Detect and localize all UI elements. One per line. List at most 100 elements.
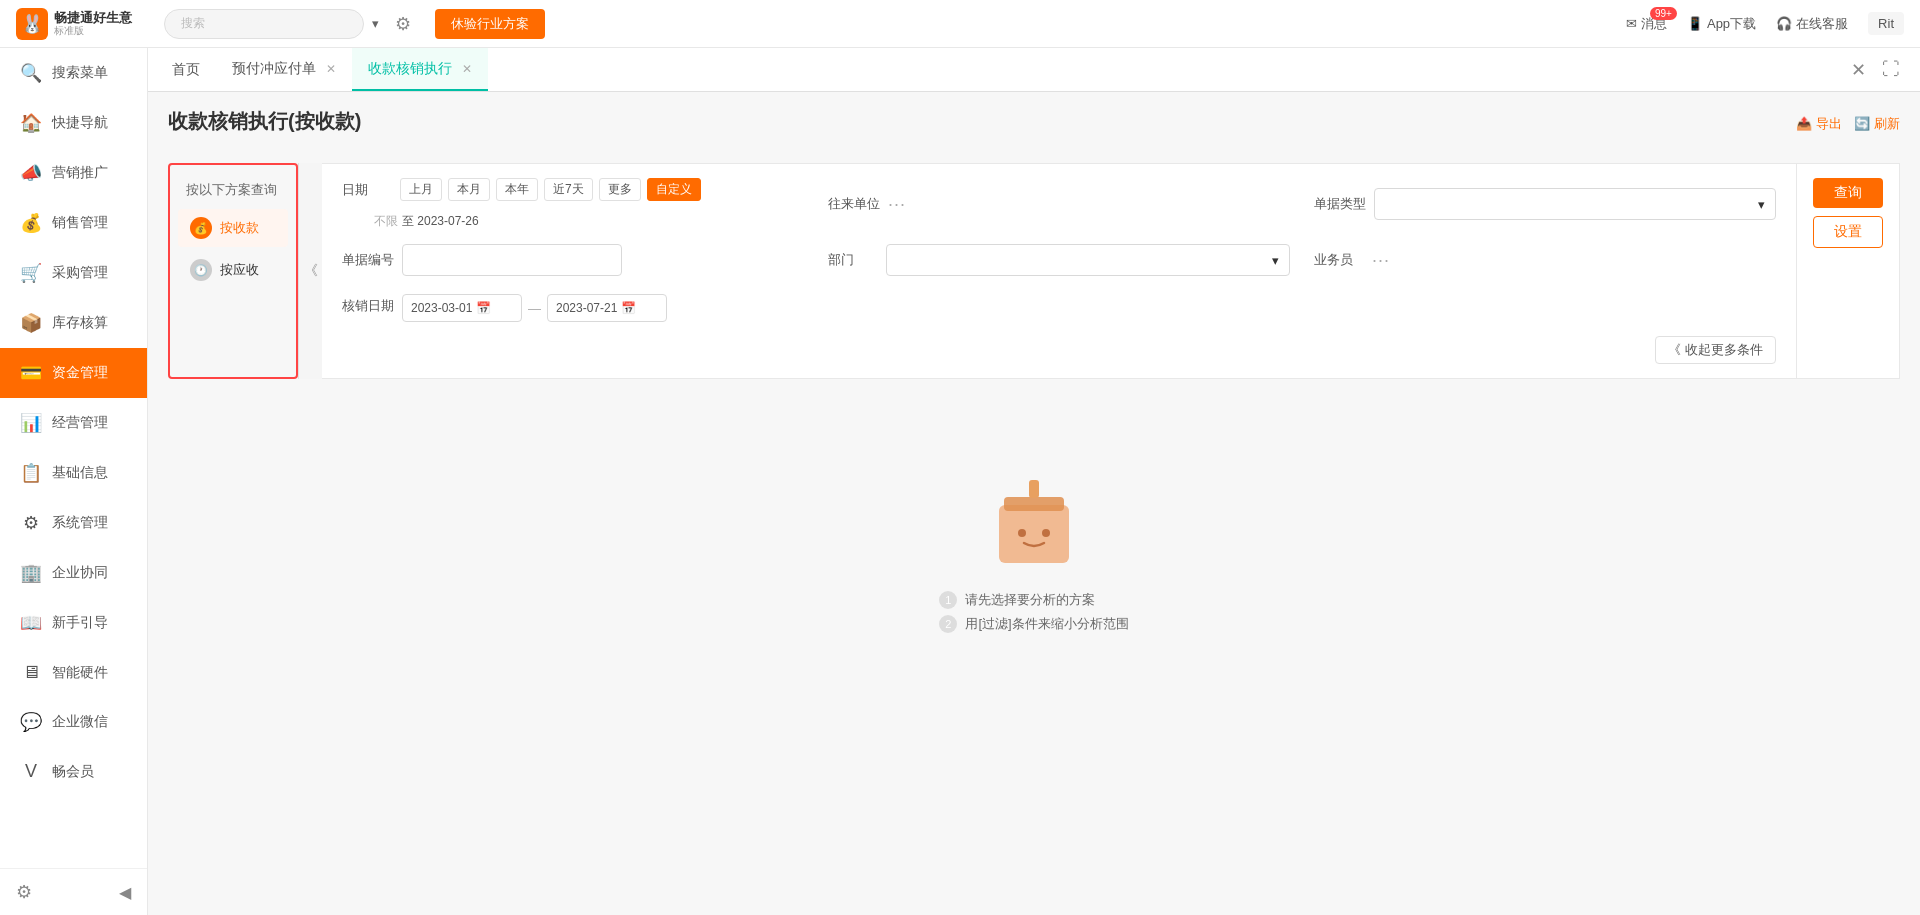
more-conditions-label: 收起更多条件: [1685, 341, 1763, 359]
sidebar-item-marketing[interactable]: 📣 营销推广: [0, 148, 147, 198]
sidebar-label-inventory: 库存核算: [52, 314, 108, 332]
date-btn-custom[interactable]: 自定义: [647, 178, 701, 201]
gear-icon[interactable]: ⚙: [395, 13, 411, 35]
verify-date-from: 2023-03-01: [411, 301, 472, 315]
dept-select[interactable]: ▾: [886, 244, 1290, 276]
doc-no-input[interactable]: [402, 244, 622, 276]
svg-rect-4: [1029, 480, 1039, 498]
step-num-1: 1: [939, 591, 957, 609]
message-badge: 99+: [1650, 7, 1677, 20]
filter-option-receipt[interactable]: 💰 按收款: [178, 209, 288, 247]
sidebar-item-finance[interactable]: 💳 资金管理: [0, 348, 147, 398]
sidebar-item-sales[interactable]: 💰 销售管理: [0, 198, 147, 248]
salesperson-field: 业务员 ···: [1314, 250, 1776, 271]
top-search[interactable]: 搜索: [164, 9, 364, 39]
app-download-btn[interactable]: 📱 App下载: [1687, 15, 1756, 33]
tab-expand-icon[interactable]: ⛶: [1878, 55, 1904, 84]
date-btn-last-month[interactable]: 上月: [400, 178, 442, 201]
verify-date-to-input[interactable]: 2023-07-21 📅: [547, 294, 667, 322]
content-area: 首页 预付冲应付单 ✕ 收款核销执行 ✕ ✕ ⛶ 收款核销执行(按收款): [148, 48, 1920, 915]
sidebar-item-purchase[interactable]: 🛒 采购管理: [0, 248, 147, 298]
sidebar-item-enterprise[interactable]: 🏢 企业协同: [0, 548, 147, 598]
filter-collapse-btn[interactable]: 《: [298, 163, 322, 379]
date-btn-7days[interactable]: 近7天: [544, 178, 593, 201]
finance-icon: 💳: [20, 362, 42, 384]
industry-btn[interactable]: 休验行业方案: [435, 9, 545, 39]
verify-date-to: 2023-07-21: [556, 301, 617, 315]
top-bar: 🐰 畅捷通好生意 标准版 搜索 ▾ ⚙ 休验行业方案 ✉ 消息 99+ 📱 Ap…: [0, 0, 1920, 48]
sidebar-label-hardware: 智能硬件: [52, 664, 108, 682]
sidebar-item-quick-nav[interactable]: 🏠 快捷导航: [0, 98, 147, 148]
refresh-icon: 🔄: [1854, 116, 1870, 131]
filter-receivable-label: 按应收: [220, 261, 259, 279]
sidebar-item-guide[interactable]: 📖 新手引导: [0, 598, 147, 648]
verify-date-range: 2023-03-01 📅 — 2023-07-21 📅: [402, 294, 667, 322]
more-conditions-btn[interactable]: 《 收起更多条件: [1655, 336, 1776, 364]
sidebar-item-search-menu[interactable]: 🔍 搜索菜单: [0, 48, 147, 98]
sidebar-bottom: ⚙ ◀: [0, 868, 147, 915]
sidebar-label-guide: 新手引导: [52, 614, 108, 632]
sidebar-item-operation[interactable]: 📊 经营管理: [0, 398, 147, 448]
tab-home[interactable]: 首页: [156, 48, 216, 91]
doc-type-select[interactable]: ▾: [1374, 188, 1776, 220]
date-filter: 上月 本月 本年 近7天 更多 自定义: [400, 178, 701, 201]
date-btn-more[interactable]: 更多: [599, 178, 641, 201]
sidebar-item-basic-info[interactable]: 📋 基础信息: [0, 448, 147, 498]
sidebar-item-wechat[interactable]: 💬 企业微信: [0, 697, 147, 747]
search-dropdown[interactable]: ▾: [372, 16, 379, 31]
salesperson-dots[interactable]: ···: [1372, 250, 1390, 271]
message-btn[interactable]: ✉ 消息 99+: [1626, 15, 1667, 33]
tab-collection-close[interactable]: ✕: [462, 62, 472, 76]
query-btn[interactable]: 查询: [1813, 178, 1883, 208]
date-no-limit: 不限: [374, 213, 398, 230]
action-col: 查询 设置: [1797, 163, 1900, 379]
online-service-btn[interactable]: 🎧 在线客服: [1776, 15, 1848, 33]
export-btn[interactable]: 📤 导出: [1796, 115, 1842, 133]
verify-date-from-input[interactable]: 2023-03-01 📅: [402, 294, 522, 322]
tab-collection-label: 收款核销执行: [368, 60, 452, 78]
date-btn-this-month[interactable]: 本月: [448, 178, 490, 201]
salesperson-label: 业务员: [1314, 251, 1364, 269]
settings-btn[interactable]: 设置: [1813, 216, 1883, 248]
doc-type-field: 单据类型 ▾: [1314, 188, 1776, 220]
sales-icon: 💰: [20, 212, 42, 234]
tab-close-window-icon[interactable]: ✕: [1847, 55, 1870, 85]
filter-option-receivable[interactable]: 🕐 按应收: [178, 251, 288, 289]
app-icon: 📱: [1687, 16, 1703, 31]
vendor-dots[interactable]: ···: [888, 194, 906, 215]
filter-receipt-label: 按收款: [220, 219, 259, 237]
sidebar-collapse-icon[interactable]: ◀: [119, 883, 131, 902]
date-btn-this-year[interactable]: 本年: [496, 178, 538, 201]
filter-sidebar-title: 按以下方案查询: [178, 177, 288, 209]
empty-step-1-text: 请先选择要分析的方案: [965, 591, 1095, 609]
sidebar-item-inventory[interactable]: 📦 库存核算: [0, 298, 147, 348]
export-icon: 📤: [1796, 116, 1812, 131]
step-num-2: 2: [939, 615, 957, 633]
user-menu[interactable]: Rit: [1868, 12, 1904, 35]
sidebar-label-finance: 资金管理: [52, 364, 108, 382]
tab-collection[interactable]: 收款核销执行 ✕: [352, 48, 488, 91]
collapse-icon: 《: [304, 262, 318, 280]
empty-state-text: 1 请先选择要分析的方案 2 用[过滤]条件来缩小分析范围: [939, 591, 1128, 633]
sidebar-settings-icon[interactable]: ⚙: [16, 881, 32, 903]
sidebar-item-hardware[interactable]: 🖥 智能硬件: [0, 648, 147, 697]
verify-date-label: 核销日期: [342, 297, 394, 315]
tab-prepay-close[interactable]: ✕: [326, 62, 336, 76]
filter-receipt-icon: 💰: [190, 217, 212, 239]
filter-receivable-icon: 🕐: [190, 259, 212, 281]
refresh-btn[interactable]: 🔄 刷新: [1854, 115, 1900, 133]
svg-rect-1: [1004, 497, 1064, 511]
hardware-icon: 🖥: [20, 662, 42, 683]
tab-prepay[interactable]: 预付冲应付单 ✕: [216, 48, 352, 91]
page-content: 收款核销执行(按收款) 📤 导出 🔄 刷新 按以下方案查询: [148, 92, 1920, 915]
brand-title: 畅捷通好生意: [54, 10, 132, 26]
purchase-icon: 🛒: [20, 262, 42, 284]
guide-icon: 📖: [20, 612, 42, 634]
filter-row-1: 日期 上月 本月 本年 近7天 更多 自定义: [342, 178, 1776, 230]
sidebar-item-member[interactable]: V 畅会员: [0, 747, 147, 796]
system-icon: ⚙: [20, 512, 42, 534]
svg-point-2: [1018, 529, 1026, 537]
empty-illustration: [984, 475, 1084, 575]
quick-nav-icon: 🏠: [20, 112, 42, 134]
sidebar-item-system[interactable]: ⚙ 系统管理: [0, 498, 147, 548]
